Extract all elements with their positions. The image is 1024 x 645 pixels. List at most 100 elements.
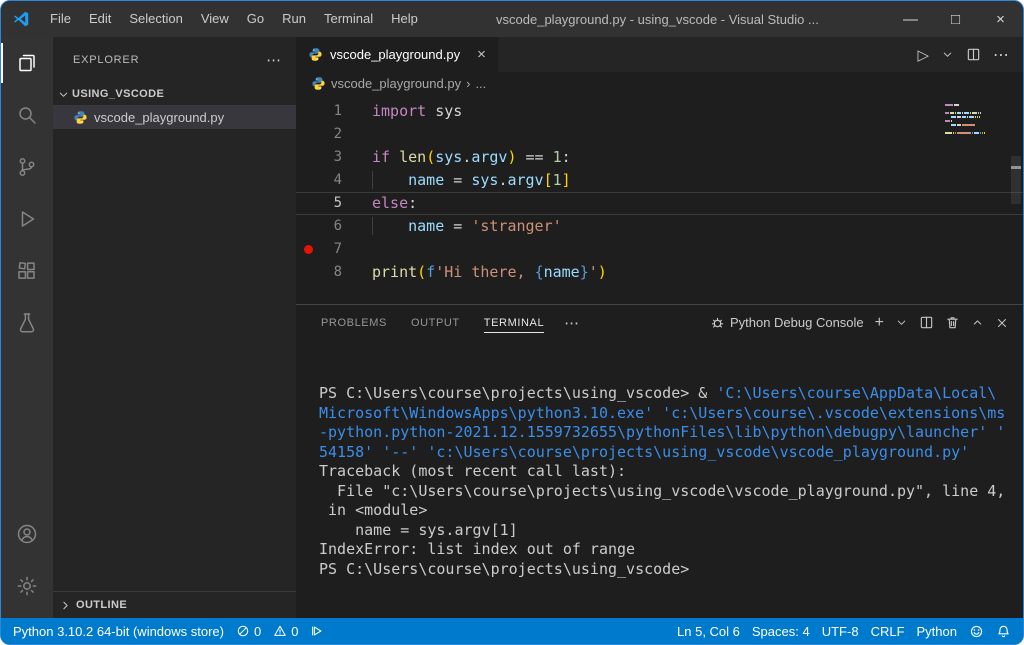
status-ln-5-col-6[interactable]: Ln 5, Col 6 <box>671 618 746 644</box>
extensions-icon[interactable] <box>1 245 53 297</box>
panel-actions: Python Debug Console + <box>710 314 1009 332</box>
account-icon[interactable] <box>1 508 53 560</box>
status-bar-left: Python 3.10.2 64-bit (windows store)00 <box>7 618 330 644</box>
minimize-button[interactable]: — <box>888 1 933 37</box>
bottom-panel: PROBLEMSOUTPUTTERMINAL ⋯ Python Debug Co… <box>296 304 1023 618</box>
terminal-line: Microsoft\WindowsApps\python3.10.exe' 'c… <box>319 404 1023 424</box>
close-panel-icon[interactable] <box>995 316 1009 330</box>
folder-label: USING_VSCODE <box>72 88 164 100</box>
gutter[interactable]: 2 <box>296 123 342 146</box>
status-bar: Python 3.10.2 64-bit (windows store)00 L… <box>1 618 1023 644</box>
file-item-vscode-playground-py[interactable]: vscode_playground.py <box>53 105 296 129</box>
code-text: name = sys.argv[1] <box>372 169 571 192</box>
menu-view[interactable]: View <box>192 1 238 37</box>
menu-run[interactable]: Run <box>273 1 315 37</box>
editor-more-actions-button[interactable]: ⋯ <box>993 45 1009 65</box>
activity-bar <box>1 37 53 618</box>
activity-bar-top <box>1 37 53 349</box>
tab-close-icon[interactable]: × <box>477 46 486 63</box>
status-spaces-4[interactable]: Spaces: 4 <box>746 618 816 644</box>
breakpoint-dot[interactable] <box>304 245 313 254</box>
code-line-1: 1 import sys <box>296 100 1023 123</box>
terminal-profile-label: Python Debug Console <box>730 315 864 330</box>
status-crlf[interactable]: CRLF <box>865 618 911 644</box>
gutter[interactable]: 3 <box>296 146 342 169</box>
run-debug-icon[interactable] <box>1 193 53 245</box>
feedback-icon[interactable] <box>963 618 990 644</box>
main-area: EXPLORER ⋯ USING_VSCODE vscode_playgroun… <box>1 37 1023 618</box>
kill-terminal-icon[interactable] <box>945 315 960 330</box>
breadcrumb-separator: › <box>466 76 470 91</box>
terminal-line: PS C:\Users\course\projects\using_vscode… <box>319 560 1023 580</box>
code-line-3: 3 if len(sys.argv) == 1: <box>296 146 1023 169</box>
terminal-line: Traceback (most recent call last): <box>319 462 1023 482</box>
folder-using-vscode[interactable]: USING_VSCODE <box>53 83 296 105</box>
split-terminal-icon[interactable] <box>919 315 934 330</box>
run-python-file-button[interactable]: ▷ <box>917 46 929 64</box>
menu-terminal[interactable]: Terminal <box>315 1 382 37</box>
minimap[interactable] <box>945 104 1003 136</box>
vscode-window: FileEditSelectionViewGoRunTerminalHelp v… <box>0 0 1024 645</box>
menu-help[interactable]: Help <box>382 1 427 37</box>
code-line-2: 2 <box>296 123 1023 146</box>
menu-go[interactable]: Go <box>238 1 273 37</box>
explorer-icon[interactable] <box>1 37 53 89</box>
run-dropdown-chevron-icon[interactable] <box>941 48 954 61</box>
sidebar-header: EXPLORER ⋯ <box>53 37 296 83</box>
search-icon[interactable] <box>1 89 53 141</box>
gutter[interactable]: 1 <box>296 100 342 123</box>
gutter[interactable]: 7 <box>296 238 342 261</box>
status-python[interactable]: Python <box>911 618 963 644</box>
menu-file[interactable]: File <box>41 1 80 37</box>
terminal-line: File "c:\Users\course\projects\using_vsc… <box>319 482 1023 502</box>
panel-tab-problems[interactable]: PROBLEMS <box>309 305 399 340</box>
panel-tab-terminal[interactable]: TERMINAL <box>472 305 556 340</box>
error-icon[interactable]: 0 <box>230 618 267 644</box>
editor-scrollbar[interactable] <box>1011 156 1021 204</box>
warning-icon[interactable]: 0 <box>267 618 304 644</box>
terminal-dropdown-chevron-icon[interactable] <box>895 316 908 329</box>
menu-edit[interactable]: Edit <box>80 1 120 37</box>
new-terminal-button[interactable]: + <box>875 314 884 332</box>
code-text: import sys <box>372 100 462 123</box>
maximize-panel-chevron-icon[interactable] <box>971 316 984 329</box>
debug-console-icon <box>710 315 725 330</box>
status-utf-8[interactable]: UTF-8 <box>816 618 865 644</box>
status-python-3-10-2-64-bit-windows-store[interactable]: Python 3.10.2 64-bit (windows store) <box>7 618 230 644</box>
breadcrumb: vscode_playground.py › ... <box>296 72 1023 94</box>
gutter[interactable]: 8 <box>296 261 342 284</box>
menu-selection[interactable]: Selection <box>120 1 191 37</box>
debug-status-icon[interactable] <box>304 618 330 644</box>
debug-status-icon <box>310 624 324 638</box>
outline-label: OUTLINE <box>76 599 127 611</box>
menu-bar: FileEditSelectionViewGoRunTerminalHelp <box>41 1 427 37</box>
explorer-sidebar: EXPLORER ⋯ USING_VSCODE vscode_playgroun… <box>53 37 296 618</box>
bell-icon[interactable] <box>990 618 1017 644</box>
feedback-icon <box>969 624 984 639</box>
settings-icon[interactable] <box>1 560 53 612</box>
terminal-output[interactable]: PS C:\Users\course\projects\using_vscode… <box>296 340 1023 618</box>
outline-section[interactable]: OUTLINE <box>53 591 296 618</box>
python-icon <box>73 110 88 125</box>
maximize-button[interactable]: □ <box>933 1 978 37</box>
code-lines: 1 import sys 23 if len(sys.argv) == 1: 4 nam… <box>296 100 1023 284</box>
code-editor[interactable]: 1 import sys 23 if len(sys.argv) == 1: 4 nam… <box>296 94 1023 304</box>
chevron-down-icon <box>57 88 70 101</box>
breadcrumb-file[interactable]: vscode_playground.py <box>331 76 461 91</box>
gutter[interactable]: 5 <box>296 193 342 214</box>
breadcrumb-symbol[interactable]: ... <box>475 76 486 91</box>
panel-more-tabs-button[interactable]: ⋯ <box>556 314 587 332</box>
panel-tab-output[interactable]: OUTPUT <box>399 305 472 340</box>
python-icon <box>311 76 326 91</box>
gutter[interactable]: 6 <box>296 215 342 238</box>
split-editor-icon[interactable] <box>966 47 981 62</box>
gutter[interactable]: 4 <box>296 169 342 192</box>
source-control-icon[interactable] <box>1 141 53 193</box>
sidebar-more-actions-button[interactable]: ⋯ <box>266 51 282 69</box>
terminal-profile[interactable]: Python Debug Console <box>710 315 864 330</box>
close-button[interactable]: × <box>978 1 1023 37</box>
terminal-line: -python.python-2021.12.1559732655\python… <box>319 423 1023 443</box>
code-text: if len(sys.argv) == 1: <box>372 146 571 169</box>
tab-vscode-playground[interactable]: vscode_playground.py × <box>296 37 498 72</box>
testing-icon[interactable] <box>1 297 53 349</box>
